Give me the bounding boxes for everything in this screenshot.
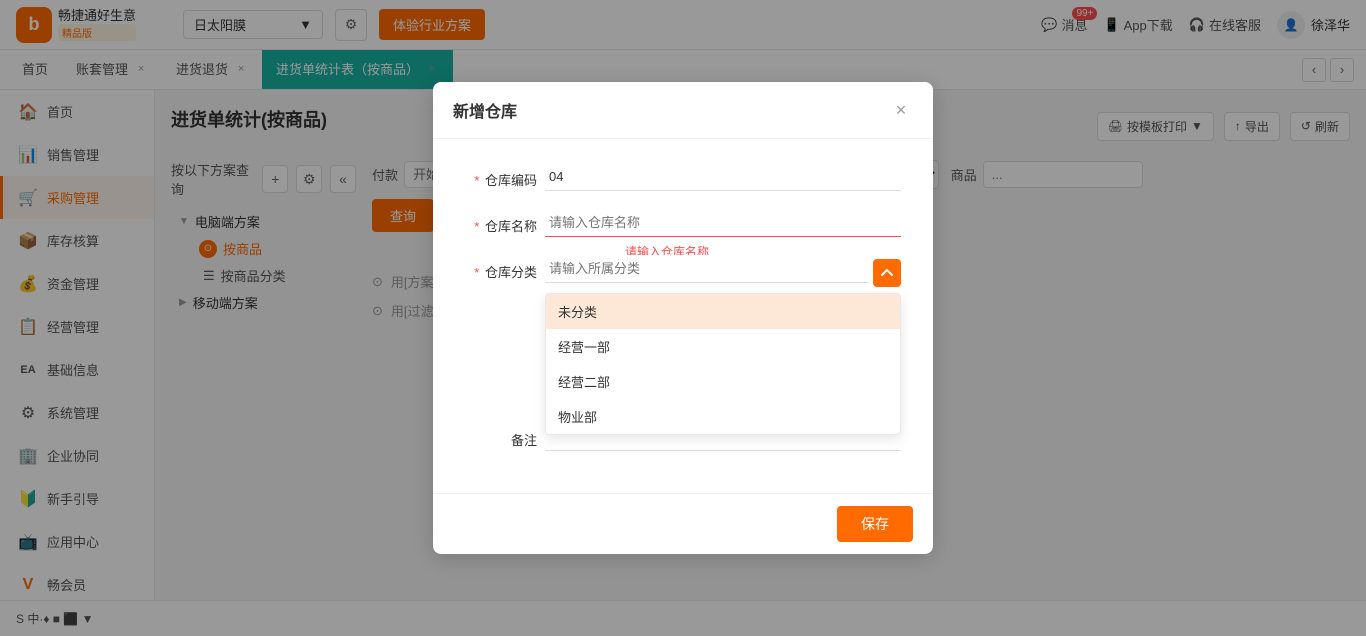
form-row-code: * 仓库编码 [465, 163, 901, 191]
note-label: 备注 [465, 423, 545, 449]
form-row-name: * 仓库名称 请输入仓库名称 [465, 209, 901, 237]
modal-footer: 保存 [433, 493, 933, 554]
save-button[interactable]: 保存 [837, 506, 913, 542]
form-row-category: * 仓库分类 未分类 经营一部 经营二部 物业部 [465, 255, 901, 283]
modal-close-button[interactable]: × [889, 98, 913, 122]
dropdown-item-uncategorized[interactable]: 未分类 [546, 294, 900, 329]
new-warehouse-modal: 新增仓库 × * 仓库编码 * 仓库名称 请输入仓库名称 * [433, 82, 933, 554]
dropdown-item-dept1[interactable]: 经营一部 [546, 329, 900, 364]
category-input[interactable] [545, 255, 869, 283]
modal-title: 新增仓库 [453, 98, 517, 122]
name-input-wrap: 请输入仓库名称 [545, 209, 901, 237]
modal-header: 新增仓库 × [433, 82, 933, 139]
code-label: * 仓库编码 [465, 163, 545, 189]
category-label: * 仓库分类 [465, 255, 545, 281]
modal-body: * 仓库编码 * 仓库名称 请输入仓库名称 * 仓库分类 [433, 139, 933, 493]
code-input[interactable] [545, 163, 901, 191]
required-star: * [474, 173, 479, 188]
dropdown-item-dept2[interactable]: 经营二部 [546, 364, 900, 399]
category-dropdown-button[interactable] [873, 259, 901, 287]
name-input[interactable] [545, 209, 901, 237]
required-star-name: * [474, 219, 479, 234]
required-star-cat: * [474, 265, 479, 280]
category-input-wrap: 未分类 经营一部 经营二部 物业部 [545, 255, 901, 283]
chevron-up-icon [880, 266, 894, 280]
dropdown-item-dept3[interactable]: 物业部 [546, 399, 900, 434]
category-dropdown-list: 未分类 经营一部 经营二部 物业部 [545, 293, 901, 435]
name-label: * 仓库名称 [465, 209, 545, 235]
